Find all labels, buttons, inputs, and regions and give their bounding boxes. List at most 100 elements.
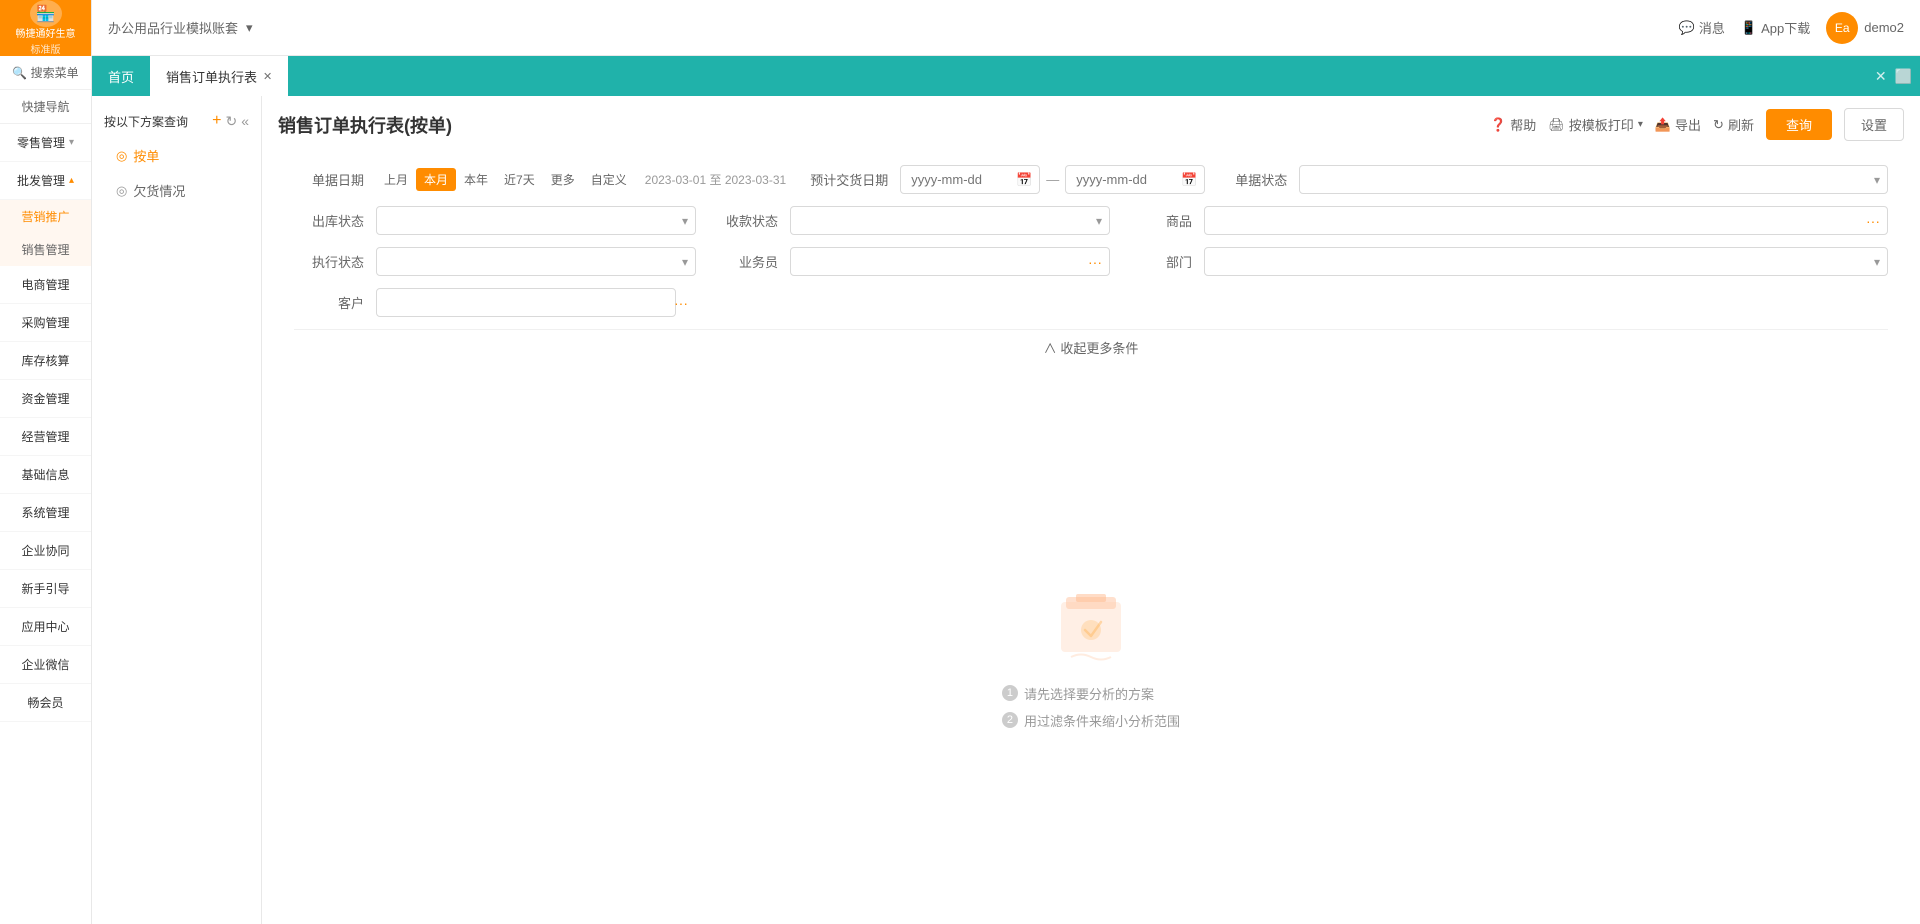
date-tab-this-year[interactable]: 本年 — [456, 167, 496, 192]
main-area: 办公用品行业模拟账套 ▾ 💬 消息 📱 App下载 Ea demo2 首页 — [92, 0, 1920, 924]
sidebar: 🏪 畅捷通好生意 标准版 🔍 搜索菜单 快捷导航 零售管理 ▾ 批发管理 ▴ 营… — [0, 0, 92, 924]
nav-label: 快捷导航 — [21, 100, 69, 114]
tab-sales-order[interactable]: 销售订单执行表 ✕ — [150, 56, 288, 96]
sidebar-item-basic[interactable]: 基础信息 — [0, 456, 91, 494]
app-download-label: App下载 — [1761, 18, 1810, 37]
date-range-text: 2023-03-01 至 2023-03-31 — [645, 171, 786, 188]
sidebar-item-operation[interactable]: 经营管理 — [0, 418, 91, 456]
settings-button[interactable]: 设置 — [1844, 108, 1904, 141]
print-icon: 🖨 — [1548, 117, 1565, 133]
salesman-field: ··· — [790, 247, 1110, 276]
user-profile[interactable]: Ea demo2 — [1826, 12, 1904, 44]
left-panel-header: 按以下方案查询 + ↻ « — [92, 104, 261, 138]
exec-status-select[interactable] — [376, 247, 696, 276]
left-panel-actions: + ↻ « — [212, 112, 249, 130]
date-tab-custom[interactable]: 自定义 — [583, 167, 635, 192]
press-label: 按单 — [133, 146, 159, 165]
sidebar-item-system[interactable]: 系统管理 — [0, 494, 91, 532]
press-icon: ◎ — [116, 148, 127, 164]
sidebar-item-finance[interactable]: 资金管理 — [0, 380, 91, 418]
retail-arrow: ▾ — [69, 137, 74, 148]
tab-home[interactable]: 首页 — [92, 56, 150, 96]
app-logo: 🏪 畅捷通好生意 标准版 — [0, 0, 91, 56]
sidebar-nav[interactable]: 快捷导航 — [0, 90, 91, 124]
breadcrumb-text: 办公用品行业模拟账套 — [108, 18, 238, 37]
hint-num-1: 1 — [1002, 685, 1018, 701]
goods-dots-icon[interactable]: ··· — [1866, 213, 1880, 229]
content-area: 按以下方案查询 + ↻ « ◎ 按单 ◎ 欠货情况 销售订单执行表(按单 — [92, 96, 1920, 924]
help-icon: ❓ — [1490, 117, 1506, 133]
refresh-icon: ↻ — [1713, 117, 1724, 133]
filter-row-1: 单据日期 上月 本月 本年 近7天 更多 自定义 2023-03-01 至 20… — [294, 165, 1888, 194]
avatar: Ea — [1826, 12, 1858, 44]
search-icon: 🔍 — [12, 66, 27, 80]
doc-status-select[interactable] — [1299, 165, 1888, 194]
tab-close-icon[interactable]: ✕ — [263, 70, 272, 83]
collapse-filter-button[interactable]: ∧ 收起更多条件 — [294, 329, 1888, 365]
query-button[interactable]: 查询 — [1766, 109, 1832, 140]
empty-hint-2: 2 用过滤条件来缩小分析范围 — [1002, 711, 1180, 730]
help-button[interactable]: ❓ 帮助 — [1490, 115, 1536, 134]
date-tab-last-month[interactable]: 上月 — [376, 167, 416, 192]
enterprise-label: 企业协同 — [21, 542, 69, 559]
help-label: 帮助 — [1510, 115, 1536, 134]
page-actions: ❓ 帮助 🖨 按模板打印 ▾ 📤 导出 ↻ — [1490, 108, 1904, 141]
sidebar-item-retail[interactable]: 零售管理 ▾ — [0, 124, 91, 162]
tab-bar: 首页 销售订单执行表 ✕ ✕ ⬜ — [92, 56, 1920, 96]
sidebar-item-inventory[interactable]: 库存核算 — [0, 342, 91, 380]
salesman-dots-icon[interactable]: ··· — [1088, 254, 1102, 270]
marketing-label: 营销推广 — [21, 210, 69, 224]
print-button[interactable]: 🖨 按模板打印 ▾ — [1548, 115, 1643, 134]
date-tab-7days[interactable]: 近7天 — [496, 167, 543, 192]
sidebar-item-corpwechat[interactable]: 企业微信 — [0, 646, 91, 684]
sidebar-search[interactable]: 🔍 搜索菜单 — [0, 56, 91, 90]
customer-dots-icon[interactable]: ··· — [674, 295, 688, 311]
tab-min-button[interactable]: ✕ — [1875, 68, 1887, 85]
app-download-action[interactable]: 📱 App下载 — [1741, 18, 1810, 37]
right-content: 销售订单执行表(按单) ❓ 帮助 🖨 按模板打印 ▾ 📤 — [262, 96, 1920, 924]
customer-input[interactable] — [376, 288, 676, 317]
sidebar-item-wholesale-group: 批发管理 ▴ 营销推广 销售管理 — [0, 162, 91, 266]
sidebar-item-appcenter[interactable]: 应用中心 — [0, 608, 91, 646]
expected-date-to[interactable] — [1065, 165, 1205, 194]
date-tabs: 上月 本月 本年 近7天 更多 自定义 — [376, 167, 635, 192]
sidebar-item-member[interactable]: 畅会员 — [0, 684, 91, 722]
app-name: 畅捷通好生意 — [16, 29, 76, 41]
sales-label: 销售管理 — [21, 243, 69, 257]
header-left: 办公用品行业模拟账套 ▾ — [108, 18, 253, 37]
print-chevron-icon: ▾ — [1638, 119, 1643, 130]
dept-label: 部门 — [1122, 252, 1192, 271]
breadcrumb-chevron-icon[interactable]: ▾ — [246, 20, 253, 36]
sidebar-sub-marketing[interactable]: 营销推广 — [0, 200, 91, 233]
stock-status-select[interactable] — [376, 206, 696, 235]
date-tab-this-month[interactable]: 本月 — [416, 168, 456, 191]
add-scheme-button[interactable]: + — [212, 112, 221, 130]
left-panel-item-stock[interactable]: ◎ 欠货情况 — [92, 173, 261, 208]
sidebar-item-purchase[interactable]: 采购管理 — [0, 304, 91, 342]
top-header: 办公用品行业模拟账套 ▾ 💬 消息 📱 App下载 Ea demo2 — [92, 0, 1920, 56]
left-panel-title: 按以下方案查询 — [104, 113, 188, 130]
filter-area: 单据日期 上月 本月 本年 近7天 更多 自定义 2023-03-01 至 20… — [278, 153, 1904, 377]
dept-select[interactable] — [1204, 247, 1888, 276]
sidebar-item-enterprise[interactable]: 企业协同 — [0, 532, 91, 570]
refresh-scheme-button[interactable]: ↻ — [225, 113, 237, 130]
left-panel-item-press[interactable]: ◎ 按单 — [92, 138, 261, 173]
sidebar-item-ecommerce[interactable]: 电商管理 — [0, 266, 91, 304]
export-button[interactable]: 📤 导出 — [1655, 115, 1701, 134]
expected-date-from[interactable] — [900, 165, 1040, 194]
empty-hints: 1 请先选择要分析的方案 2 用过滤条件来缩小分析范围 — [1002, 684, 1180, 730]
receipt-status-select[interactable] — [790, 206, 1110, 235]
collapse-panel-button[interactable]: « — [241, 113, 249, 129]
tab-max-button[interactable]: ⬜ — [1895, 68, 1912, 85]
operation-label: 经营管理 — [21, 428, 69, 445]
goods-input[interactable] — [1204, 206, 1888, 235]
message-action[interactable]: 💬 消息 — [1679, 18, 1725, 37]
refresh-button[interactable]: ↻ 刷新 — [1713, 115, 1754, 134]
salesman-input[interactable] — [790, 247, 1110, 276]
empty-hint-1: 1 请先选择要分析的方案 — [1002, 684, 1180, 703]
sidebar-item-wholesale[interactable]: 批发管理 ▴ — [0, 162, 91, 200]
sidebar-item-newbie[interactable]: 新手引导 — [0, 570, 91, 608]
expected-date-from-wrapper: 📅 — [900, 165, 1040, 194]
sidebar-sub-sales[interactable]: 销售管理 — [0, 233, 91, 266]
date-tab-more[interactable]: 更多 — [543, 167, 583, 192]
